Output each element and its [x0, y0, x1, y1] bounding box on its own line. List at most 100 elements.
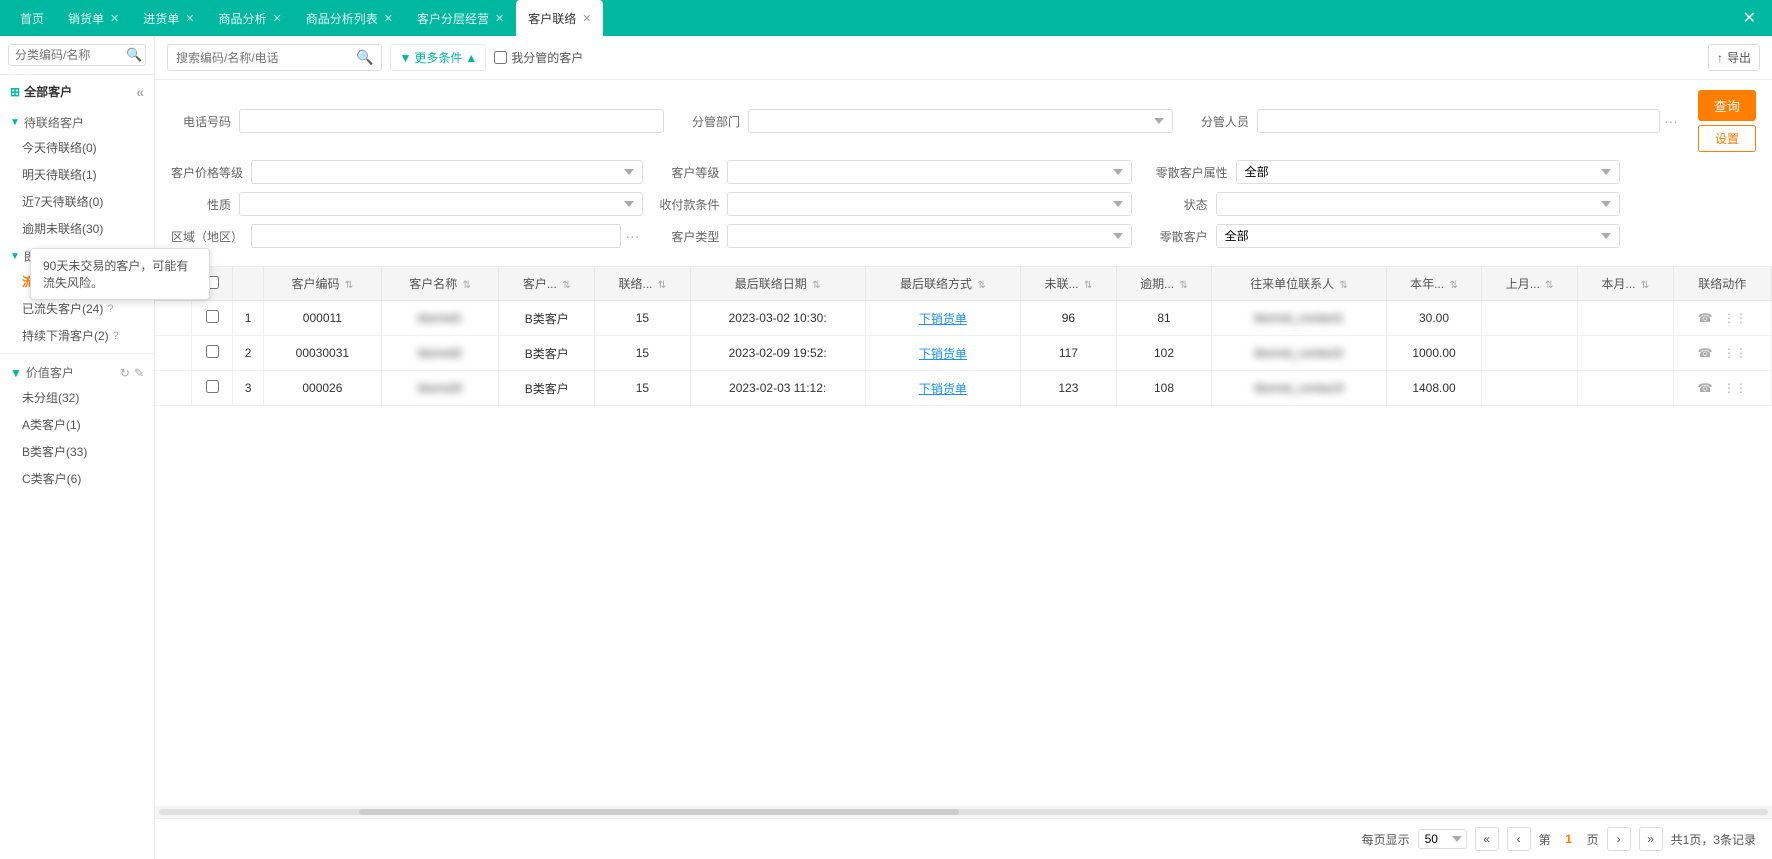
action-icon-2-0[interactable]: ⋮⋮	[1723, 311, 1747, 325]
col-name[interactable]: 客户名称 ⇅	[381, 267, 499, 301]
row-this-month-2	[1577, 371, 1673, 406]
row-checkbox-2[interactable]	[192, 371, 233, 406]
person-input[interactable]	[1257, 109, 1660, 133]
row-checkbox-input-1[interactable]	[206, 345, 219, 358]
my-customers-checkbox[interactable]	[494, 51, 507, 64]
action-icon-1-1[interactable]: ☎	[1698, 346, 1713, 360]
nature-select[interactable]	[239, 192, 643, 216]
action-icon-2-1[interactable]: ⋮⋮	[1723, 346, 1747, 360]
zero-customer-label: 零散客户	[1148, 228, 1208, 245]
sidebar-item-tomorrow-pending[interactable]: 明天待联络(1)	[0, 161, 154, 188]
col-uncontacted[interactable]: 未联... ⇅	[1021, 267, 1117, 301]
phone-input[interactable]	[239, 109, 664, 133]
status-select[interactable]	[1216, 192, 1620, 216]
col-code[interactable]: 客户编码 ⇅	[264, 267, 382, 301]
close-tab-customer-contact[interactable]: ✕	[582, 12, 591, 25]
row-action-0[interactable]: ☎ ⋮⋮	[1673, 301, 1771, 336]
row-uncontacted-1: 117	[1021, 336, 1117, 371]
row-settings-1	[155, 336, 192, 371]
settings-button[interactable]: 设置	[1698, 125, 1756, 152]
refresh-icon[interactable]: ↻	[120, 366, 130, 380]
close-tab-salesorder[interactable]: ✕	[110, 12, 119, 25]
prev-page-button[interactable]: ‹	[1507, 827, 1531, 851]
zero-customer-select[interactable]: 全部	[1216, 224, 1620, 248]
row-last-month-0	[1482, 301, 1578, 336]
tab-purchase[interactable]: 进货单 ✕	[131, 0, 206, 36]
row-last-type-2[interactable]: 下销货单	[865, 371, 1020, 406]
action-icon-1-0[interactable]: ☎	[1698, 311, 1713, 325]
toolbar-search-button[interactable]: 🔍	[356, 49, 373, 66]
row-checkbox-1[interactable]	[192, 336, 233, 371]
page-size-select[interactable]: 50 20 100	[1418, 829, 1467, 849]
row-this-year-2: 1408.00	[1386, 371, 1482, 406]
tab-customer-contact[interactable]: 客户联络 ✕	[516, 0, 603, 36]
sidebar-item-ungroup[interactable]: 未分组(32)	[0, 384, 154, 411]
row-last-type-1[interactable]: 下销货单	[865, 336, 1020, 371]
zero-attr-select[interactable]: 全部	[1236, 160, 1620, 184]
col-this-year[interactable]: 本年... ⇅	[1386, 267, 1482, 301]
scrollbar-thumb[interactable]	[359, 809, 959, 815]
person-more-btn[interactable]: ···	[1660, 113, 1682, 129]
contact-type-link-0[interactable]: 下销货单	[919, 312, 967, 326]
more-filter-button[interactable]: ▼ 更多条件 ▲	[390, 44, 486, 71]
sidebar-item-class-a[interactable]: A类客户(1)	[0, 411, 154, 438]
window-close-icon[interactable]: ✕	[1735, 8, 1764, 28]
row-action-1[interactable]: ☎ ⋮⋮	[1673, 336, 1771, 371]
customer-type-select[interactable]	[727, 224, 1131, 248]
sidebar-item-declining[interactable]: 持续下滑客户(2) ?	[0, 322, 154, 349]
row-last-type-0[interactable]: 下销货单	[865, 301, 1020, 336]
col-last-month[interactable]: 上月... ⇅	[1482, 267, 1578, 301]
area-input[interactable]	[251, 224, 621, 248]
filter-customer-type: 客户类型	[659, 224, 1131, 248]
filter-price-level: 客户价格等级	[171, 160, 643, 184]
sidebar-item-overdue[interactable]: 逾期未联络(30)	[0, 215, 154, 242]
area-more-btn[interactable]: ···	[621, 228, 643, 244]
customer-level-select[interactable]	[727, 160, 1131, 184]
price-level-select[interactable]	[251, 160, 643, 184]
last-page-button[interactable]: »	[1639, 827, 1663, 851]
col-type[interactable]: 客户... ⇅	[499, 267, 595, 301]
contact-type-link-2[interactable]: 下销货单	[919, 382, 967, 396]
tab-product-analysis[interactable]: 商品分析 ✕	[206, 0, 293, 36]
col-unit-contact[interactable]: 往来单位联系人 ⇅	[1212, 267, 1386, 301]
sidebar-item-week-pending[interactable]: 近7天待联络(0)	[0, 188, 154, 215]
branch-select[interactable]	[748, 109, 1173, 133]
tab-home[interactable]: 首页	[8, 0, 56, 36]
row-index-1: 2	[233, 336, 264, 371]
next-page-button[interactable]: ›	[1607, 827, 1631, 851]
sidebar-group-value[interactable]: ▼ 价值客户 ↻ ✎	[0, 358, 154, 384]
close-tab-purchase[interactable]: ✕	[185, 12, 194, 25]
sidebar-all-customers[interactable]: ⊞ 全部客户 «	[0, 75, 154, 108]
sidebar-item-class-c[interactable]: C类客户(6)	[0, 465, 154, 492]
sidebar-item-today-pending[interactable]: 今天待联络(0)	[0, 134, 154, 161]
row-checkbox-input-2[interactable]	[206, 380, 219, 393]
close-tab-product-list[interactable]: ✕	[384, 12, 393, 25]
toolbar-search-input[interactable]	[176, 51, 356, 65]
first-page-button[interactable]: «	[1475, 827, 1499, 851]
query-button[interactable]: 查询	[1698, 90, 1756, 121]
col-this-month[interactable]: 本月... ⇅	[1577, 267, 1673, 301]
col-last-type[interactable]: 最后联络方式 ⇅	[865, 267, 1020, 301]
tab-salesorder[interactable]: 销货单 ✕	[56, 0, 131, 36]
action-icon-2-2[interactable]: ⋮⋮	[1723, 381, 1747, 395]
export-button[interactable]: ↑ 导出	[1708, 44, 1760, 71]
action-icon-1-2[interactable]: ☎	[1698, 381, 1713, 395]
col-overdue[interactable]: 逾期... ⇅	[1116, 267, 1212, 301]
col-last-date[interactable]: 最后联络日期 ⇅	[690, 267, 865, 301]
tab-product-list[interactable]: 商品分析列表 ✕	[294, 0, 405, 36]
row-action-2[interactable]: ☎ ⋮⋮	[1673, 371, 1771, 406]
close-tab-product-analysis[interactable]: ✕	[273, 12, 282, 25]
sidebar-item-class-b[interactable]: B类客户(33)	[0, 438, 154, 465]
col-contact[interactable]: 联络... ⇅	[595, 267, 691, 301]
my-customers-filter[interactable]: 我分管的客户	[494, 49, 583, 66]
horizontal-scrollbar[interactable]	[155, 806, 1772, 818]
sidebar-group-pending[interactable]: ▼ 待联络客户	[0, 108, 154, 134]
tab-customer-segment[interactable]: 客户分层经营 ✕	[405, 0, 516, 36]
row-checkbox-input-0[interactable]	[206, 310, 219, 323]
contact-type-link-1[interactable]: 下销货单	[919, 347, 967, 361]
filter-row-3: 性质 收付款条件 状态	[171, 192, 1756, 216]
edit-icon[interactable]: ✎	[134, 366, 144, 380]
close-tab-customer-segment[interactable]: ✕	[495, 12, 504, 25]
row-checkbox-0[interactable]	[192, 301, 233, 336]
payment-select[interactable]	[727, 192, 1131, 216]
